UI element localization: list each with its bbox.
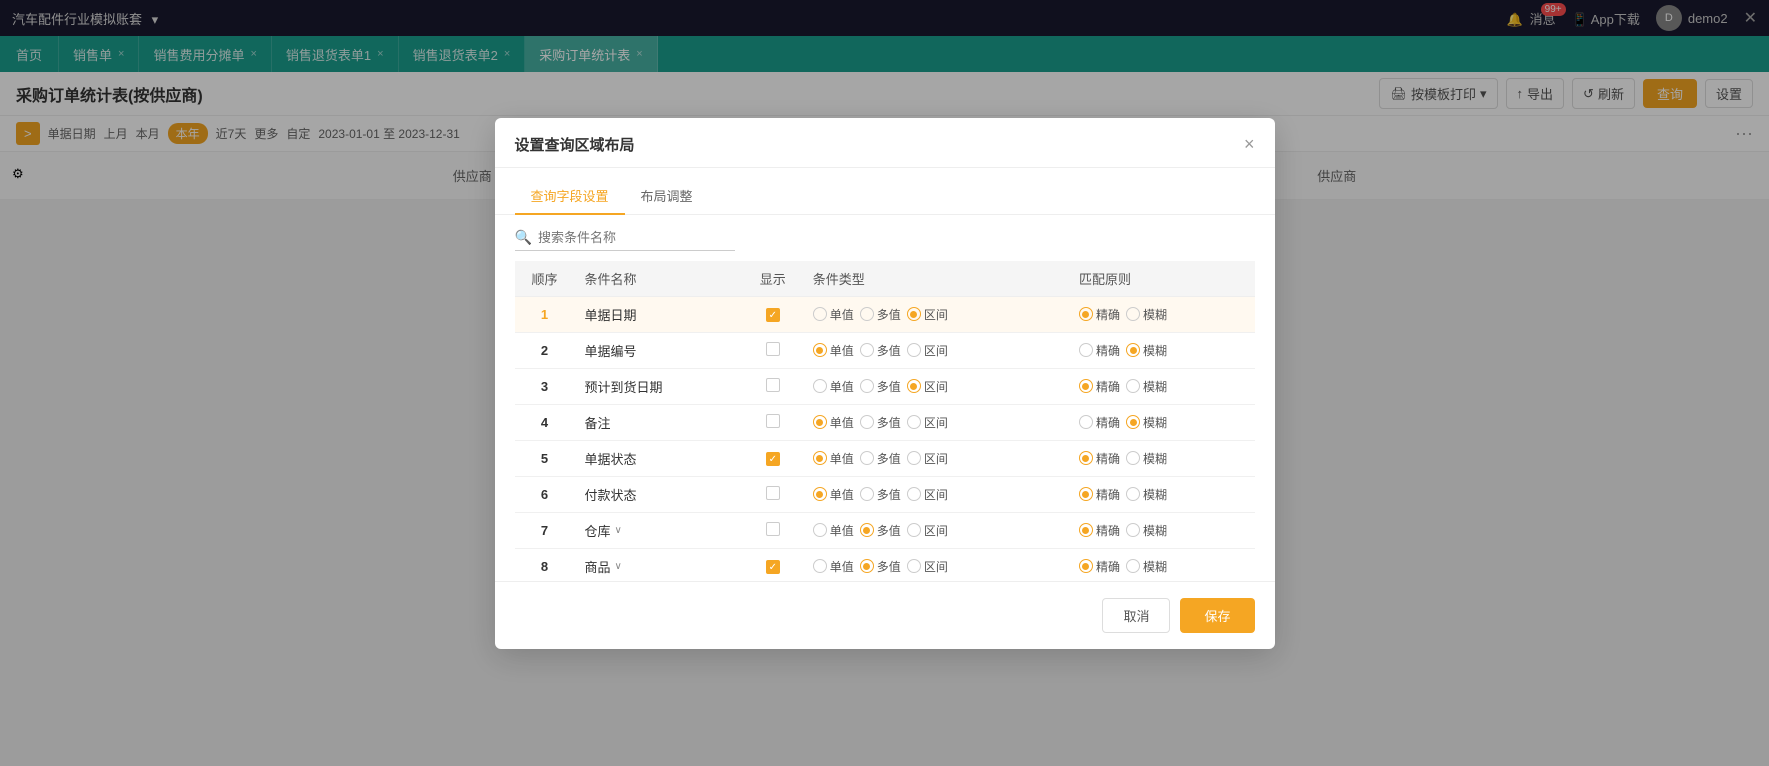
settings-scroll-area[interactable]: 顺序 条件名称 显示 条件类型 匹配原则 1单据日期✓单值多值区间精确模糊2单据… xyxy=(515,261,1255,581)
row-order: 6 xyxy=(515,476,575,512)
row-match-options: 精确模糊 xyxy=(1069,512,1255,548)
row-match-options: 精确模糊 xyxy=(1069,332,1255,368)
row-show-checkbox[interactable]: ✓ xyxy=(743,440,803,476)
col-header-type: 条件类型 xyxy=(803,261,1069,297)
row-name: 商品∨ xyxy=(575,548,743,581)
row-match-options: 精确模糊 xyxy=(1069,476,1255,512)
col-header-order: 顺序 xyxy=(515,261,575,297)
tab-field-settings[interactable]: 查询字段设置 xyxy=(515,178,625,215)
row-show-checkbox[interactable] xyxy=(743,512,803,548)
row-order: 3 xyxy=(515,368,575,404)
dialog-search-area: 🔍 xyxy=(495,215,1275,261)
search-input[interactable] xyxy=(538,230,718,245)
row-show-checkbox[interactable]: ✓ xyxy=(743,548,803,581)
table-row: 2单据编号 单值多值区间精确模糊 xyxy=(515,332,1255,368)
tab-layout-adjust[interactable]: 布局调整 xyxy=(625,178,709,215)
settings-dialog: 设置查询区域布局 × 查询字段设置 布局调整 🔍 顺序 条件名称 xyxy=(495,118,1275,649)
row-order: 1 xyxy=(515,296,575,332)
dialog-close-button[interactable]: × xyxy=(1244,135,1255,153)
row-show-checkbox[interactable] xyxy=(743,368,803,404)
row-name: 仓库∨ xyxy=(575,512,743,548)
row-name: 付款状态 xyxy=(575,476,743,512)
row-type-options: 单值多值区间 xyxy=(803,548,1069,581)
settings-rows: 1单据日期✓单值多值区间精确模糊2单据编号单值多值区间精确模糊3预计到货日期单值… xyxy=(515,296,1255,581)
row-order: 4 xyxy=(515,404,575,440)
row-type-options: 单值多值区间 xyxy=(803,296,1069,332)
table-header-row: 顺序 条件名称 显示 条件类型 匹配原则 xyxy=(515,261,1255,297)
table-row: 8商品∨✓单值多值区间精确模糊 xyxy=(515,548,1255,581)
search-input-wrap: 🔍 xyxy=(515,225,735,251)
row-match-options: 精确模糊 xyxy=(1069,368,1255,404)
table-row: 1单据日期✓单值多值区间精确模糊 xyxy=(515,296,1255,332)
row-type-options: 单值多值区间 xyxy=(803,332,1069,368)
col-header-show: 显示 xyxy=(743,261,803,297)
dialog-tabs: 查询字段设置 布局调整 xyxy=(495,168,1275,215)
row-order: 8 xyxy=(515,548,575,581)
modal-overlay: 设置查询区域布局 × 查询字段设置 布局调整 🔍 顺序 条件名称 xyxy=(0,0,1769,766)
dialog-title: 设置查询区域布局 xyxy=(515,134,635,155)
row-type-options: 单值多值区间 xyxy=(803,512,1069,548)
save-button[interactable]: 保存 xyxy=(1180,598,1254,633)
settings-table: 顺序 条件名称 显示 条件类型 匹配原则 1单据日期✓单值多值区间精确模糊2单据… xyxy=(515,261,1255,581)
col-header-name: 条件名称 xyxy=(575,261,743,297)
row-type-options: 单值多值区间 xyxy=(803,404,1069,440)
row-type-options: 单值多值区间 xyxy=(803,476,1069,512)
row-name: 单据日期 xyxy=(575,296,743,332)
row-order: 7 xyxy=(515,512,575,548)
row-name: 预计到货日期 xyxy=(575,368,743,404)
row-show-checkbox[interactable] xyxy=(743,332,803,368)
row-name: 单据状态 xyxy=(575,440,743,476)
row-type-options: 单值多值区间 xyxy=(803,368,1069,404)
row-match-options: 精确模糊 xyxy=(1069,404,1255,440)
table-row: 4备注 单值多值区间精确模糊 xyxy=(515,404,1255,440)
table-row: 7仓库∨ 单值多值区间精确模糊 xyxy=(515,512,1255,548)
row-show-checkbox[interactable] xyxy=(743,404,803,440)
settings-table-area: 顺序 条件名称 显示 条件类型 匹配原则 1单据日期✓单值多值区间精确模糊2单据… xyxy=(495,261,1275,581)
table-row: 3预计到货日期 单值多值区间精确模糊 xyxy=(515,368,1255,404)
row-type-options: 单值多值区间 xyxy=(803,440,1069,476)
cancel-button[interactable]: 取消 xyxy=(1102,598,1170,633)
search-icon: 🔍 xyxy=(515,229,532,246)
col-header-match: 匹配原则 xyxy=(1069,261,1255,297)
row-name: 单据编号 xyxy=(575,332,743,368)
table-row: 6付款状态 单值多值区间精确模糊 xyxy=(515,476,1255,512)
row-order: 5 xyxy=(515,440,575,476)
table-row: 5单据状态✓单值多值区间精确模糊 xyxy=(515,440,1255,476)
row-match-options: 精确模糊 xyxy=(1069,548,1255,581)
row-name: 备注 xyxy=(575,404,743,440)
row-show-checkbox[interactable]: ✓ xyxy=(743,296,803,332)
dialog-header: 设置查询区域布局 × xyxy=(495,118,1275,168)
row-match-options: 精确模糊 xyxy=(1069,296,1255,332)
row-show-checkbox[interactable] xyxy=(743,476,803,512)
row-order: 2 xyxy=(515,332,575,368)
row-match-options: 精确模糊 xyxy=(1069,440,1255,476)
dialog-footer: 取消 保存 xyxy=(495,581,1275,649)
